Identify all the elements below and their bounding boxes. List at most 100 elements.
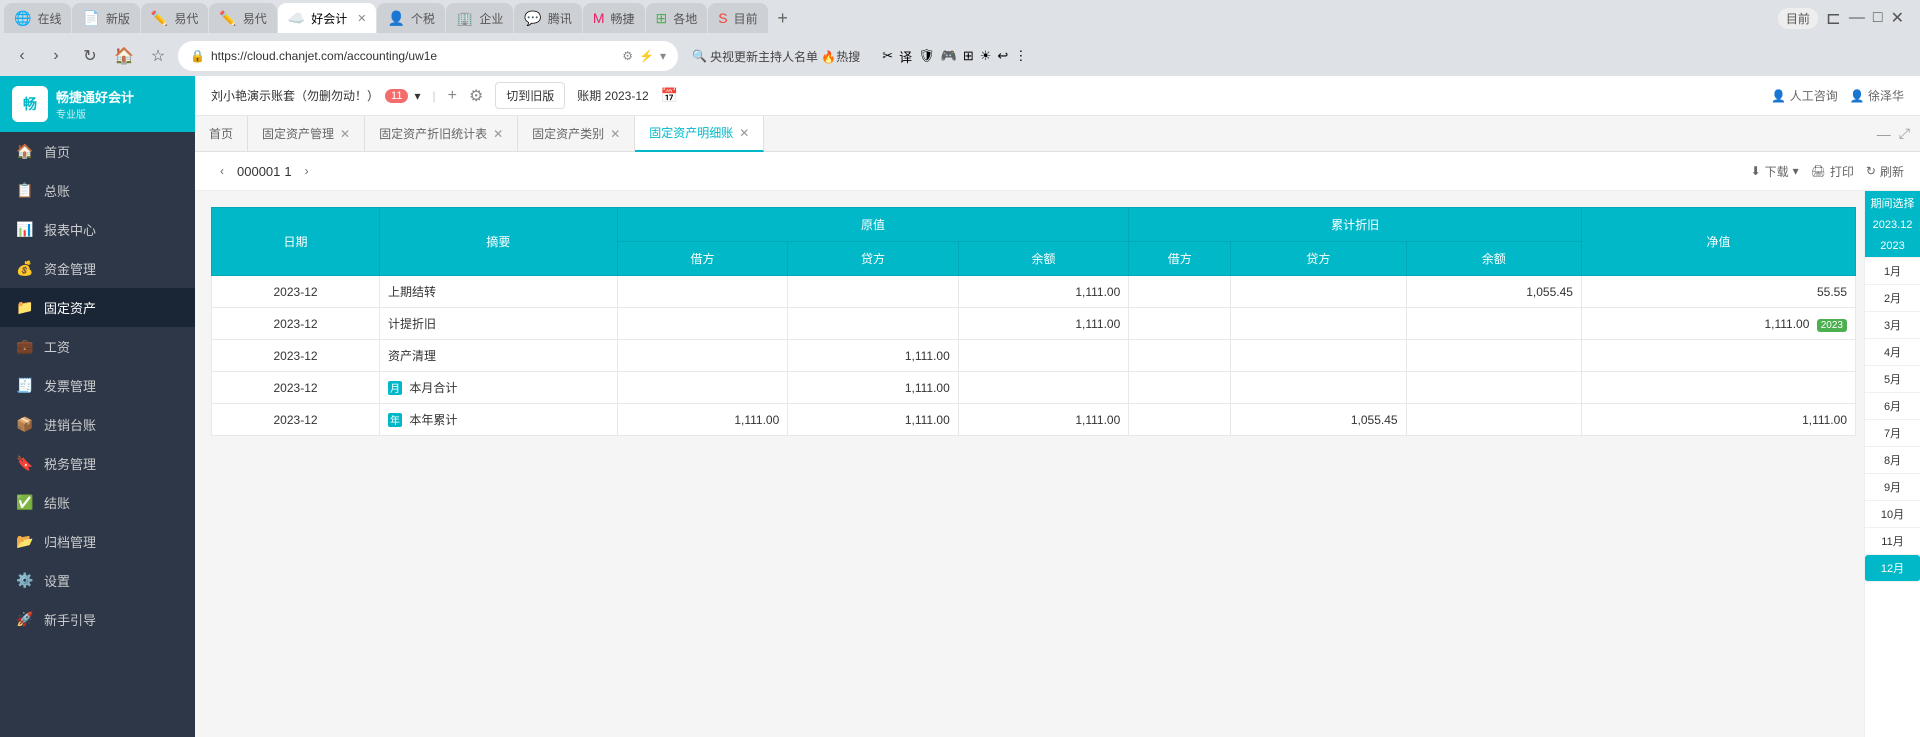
period-item-year[interactable]: 2023 xyxy=(1865,235,1920,258)
maximize-button[interactable]: □ xyxy=(1873,9,1883,27)
tab-asset-category[interactable]: 固定资产类别 ✕ xyxy=(518,116,635,152)
cell-dep-credit-2 xyxy=(1231,308,1406,340)
minimize-button[interactable]: — xyxy=(1849,9,1865,27)
period-item-jul[interactable]: 7月 xyxy=(1865,420,1920,447)
user-avatar[interactable]: 👤 徐泽华 xyxy=(1850,87,1904,104)
tab-fixed-asset-mgmt[interactable]: 固定资产管理 ✕ xyxy=(248,116,365,152)
calendar-icon[interactable]: 📅 xyxy=(661,87,678,104)
cell-dep-credit-4 xyxy=(1231,372,1406,404)
browser-tab-muqian[interactable]: S 目前 xyxy=(708,3,767,33)
cell-orig-balance-3 xyxy=(958,340,1129,372)
tab-menu-icon[interactable]: ⊏ xyxy=(1826,8,1841,29)
home-nav-button[interactable]: 🏠 xyxy=(110,42,138,70)
tab-label-yidai1: 易代 xyxy=(174,10,198,27)
browser-tab-qiye[interactable]: 🏢 企业 xyxy=(446,3,513,33)
expand-panel-icon[interactable]: ⤢ xyxy=(1899,125,1910,142)
subtotal-icon-4: 月 xyxy=(388,381,402,395)
period-header-date: 2023.12 xyxy=(1865,215,1920,235)
sun-icon[interactable]: ☀ xyxy=(980,48,992,64)
tab-label-gedi: 各地 xyxy=(673,10,697,27)
company-settings-icon[interactable]: ⚙ xyxy=(469,86,483,106)
grid-icon[interactable]: ⊞ xyxy=(963,48,974,64)
address-input[interactable]: 🔒 https://cloud.chanjet.com/accounting/u… xyxy=(178,41,678,71)
sidebar-item-home[interactable]: 🏠 首页 xyxy=(0,132,195,171)
sidebar-item-fixed-assets[interactable]: 📁 固定资产 xyxy=(0,288,195,327)
new-tab-button[interactable]: + xyxy=(769,4,797,32)
search-bar[interactable]: 🔍 央视更新主持人名单 🔥热搜 xyxy=(684,44,868,69)
add-company-button[interactable]: + xyxy=(448,87,457,105)
sidebar-item-checkout[interactable]: ✅ 结账 xyxy=(0,483,195,522)
tab-depreciation-stat[interactable]: 固定资产折旧统计表 ✕ xyxy=(365,116,518,152)
browser-tab-yidai2[interactable]: ✏️ 易代 xyxy=(209,3,276,33)
sidebar-item-purchase[interactable]: 📦 进销台账 xyxy=(0,405,195,444)
tab-label-changjie: 畅捷 xyxy=(611,10,635,27)
print-button[interactable]: 🖨 打印 xyxy=(1811,163,1854,180)
minimize-panel-icon[interactable]: — xyxy=(1877,126,1891,142)
bookmark-button[interactable]: ☆ xyxy=(144,42,172,70)
browser-tab-geshui[interactable]: 👤 个税 xyxy=(377,3,444,33)
th-summary: 摘要 xyxy=(380,208,618,276)
menu-icon[interactable]: ⋮ xyxy=(1014,48,1027,64)
sidebar-item-reports[interactable]: 📊 报表中心 xyxy=(0,210,195,249)
browser-tab-tencent[interactable]: 💬 腾讯 xyxy=(514,3,581,33)
refresh-button[interactable]: ↻ 刷新 xyxy=(1866,163,1904,180)
purchase-icon: 📦 xyxy=(16,416,34,434)
tab-favicon-online: 🌐 xyxy=(14,10,31,27)
tab-asset-detail[interactable]: 固定资产明细账 ✕ xyxy=(635,116,764,152)
sidebar-item-settings[interactable]: ⚙️ 设置 xyxy=(0,561,195,600)
tab-close-haokuaiji[interactable]: ✕ xyxy=(357,12,366,25)
period-item-jan[interactable]: 1月 xyxy=(1865,258,1920,285)
download-button[interactable]: ⬇ 下载 ▾ xyxy=(1751,163,1799,180)
forward-button[interactable]: › xyxy=(42,42,70,70)
sidebar-item-tax[interactable]: 🔖 税务管理 xyxy=(0,444,195,483)
sidebar-item-ledger[interactable]: 📋 总账 xyxy=(0,171,195,210)
tab-asset-detail-close[interactable]: ✕ xyxy=(739,126,749,140)
prev-record-button[interactable]: ‹ xyxy=(211,160,233,182)
sidebar-item-invoice[interactable]: 🧾 发票管理 xyxy=(0,366,195,405)
tab-depreciation-stat-close[interactable]: ✕ xyxy=(493,127,503,141)
tab-home[interactable]: 首页 xyxy=(195,116,248,152)
period-item-mar[interactable]: 3月 xyxy=(1865,312,1920,339)
period-item-aug[interactable]: 8月 xyxy=(1865,447,1920,474)
browser-tab-new[interactable]: 📄 新版 xyxy=(72,3,139,33)
cell-net-5: 1,111.00 xyxy=(1581,404,1855,436)
sidebar-item-archive[interactable]: 📂 归档管理 xyxy=(0,522,195,561)
sidebar-item-guide[interactable]: 🚀 新手引导 xyxy=(0,600,195,639)
dropdown-icon[interactable]: ▾ xyxy=(660,49,666,63)
switch-version-button[interactable]: 切到旧版 xyxy=(495,82,565,109)
browser-tab-yidai1[interactable]: ✏️ 易代 xyxy=(141,3,208,33)
customer-service-link[interactable]: 👤 人工咨询 xyxy=(1771,87,1837,104)
th-date: 日期 xyxy=(212,208,380,276)
tab-favicon-new: 📄 xyxy=(82,10,99,27)
game-icon[interactable]: 🎮 xyxy=(941,48,957,64)
sidebar-label-purchase: 进销台账 xyxy=(44,415,96,434)
browser-tab-gedi[interactable]: ⊞ 各地 xyxy=(646,3,708,33)
tab-bar: 🌐 在线 📄 新版 ✏️ 易代 ✏️ 易代 ☁️ 好会计 ✕ 👤 个税 🏢 企业 xyxy=(0,0,1920,36)
browser-tab-haokuaiji[interactable]: ☁️ 好会计 ✕ xyxy=(278,3,377,33)
sidebar-item-funds[interactable]: 💰 资金管理 xyxy=(0,249,195,288)
period-item-apr[interactable]: 4月 xyxy=(1865,339,1920,366)
scissors-icon[interactable]: ✂ xyxy=(882,48,893,64)
back-button[interactable]: ‹ xyxy=(8,42,36,70)
period-item-sep[interactable]: 9月 xyxy=(1865,474,1920,501)
page-tabs: 首页 固定资产管理 ✕ 固定资产折旧统计表 ✕ 固定资产类别 ✕ 固定资产明细账… xyxy=(195,116,1920,152)
next-record-button[interactable]: › xyxy=(296,160,318,182)
close-window-button[interactable]: ✕ xyxy=(1891,8,1904,28)
cell-dep-debit-2 xyxy=(1129,308,1231,340)
shield-icon[interactable]: 🛡 xyxy=(918,48,935,64)
tab-fixed-asset-mgmt-close[interactable]: ✕ xyxy=(340,127,350,141)
undo-icon[interactable]: ↩ xyxy=(997,48,1008,64)
refresh-nav-button[interactable]: ↻ xyxy=(76,42,104,70)
period-item-feb[interactable]: 2月 xyxy=(1865,285,1920,312)
sidebar-item-payroll[interactable]: 💼 工资 xyxy=(0,327,195,366)
translate-icon[interactable]: 译 xyxy=(899,47,912,66)
browser-tab-online[interactable]: 🌐 在线 xyxy=(4,3,71,33)
period-item-dec[interactable]: 12月 xyxy=(1865,555,1920,582)
period-item-may[interactable]: 5月 xyxy=(1865,366,1920,393)
period-item-oct[interactable]: 10月 xyxy=(1865,501,1920,528)
period-item-jun[interactable]: 6月 xyxy=(1865,393,1920,420)
browser-tab-changjie[interactable]: M 畅捷 xyxy=(583,3,645,33)
period-item-nov[interactable]: 11月 xyxy=(1865,528,1920,555)
tab-asset-category-close[interactable]: ✕ xyxy=(610,127,620,141)
company-selector[interactable]: 刘小艳演示账套（勿删勿动！） 11 ▾ xyxy=(211,87,420,104)
